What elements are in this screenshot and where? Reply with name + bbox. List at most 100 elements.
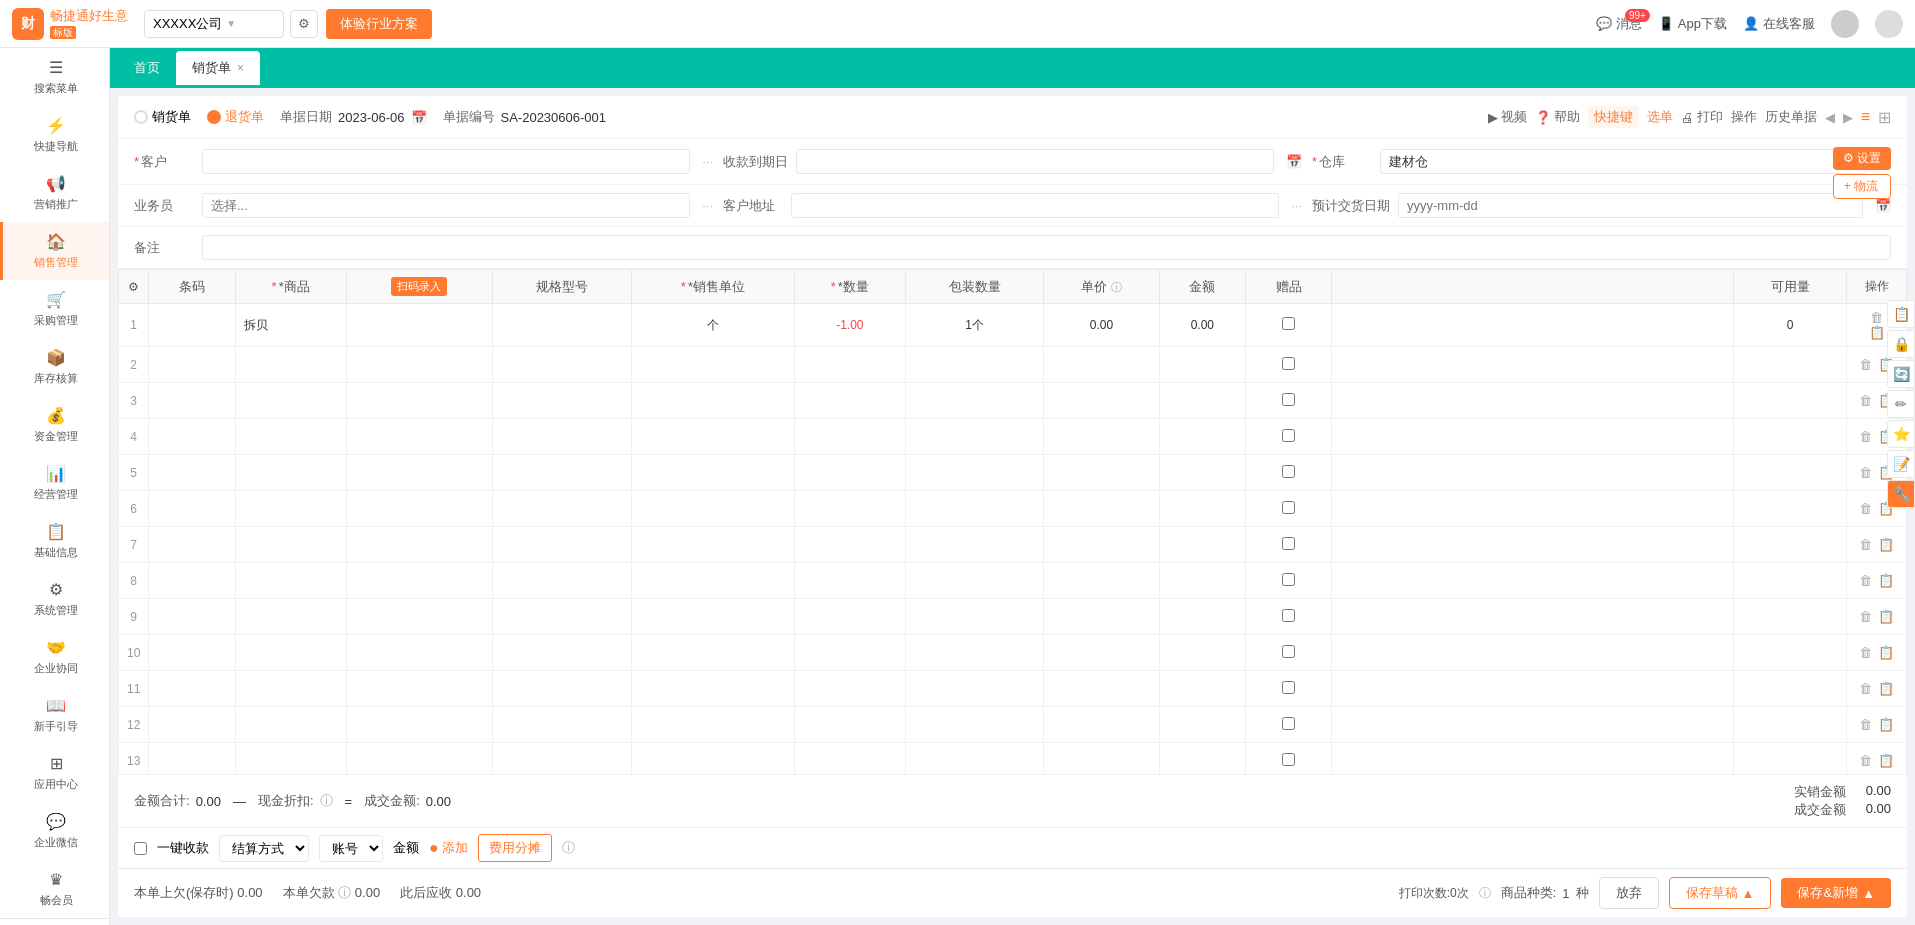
delete-icon[interactable]: 🗑 xyxy=(1870,310,1883,325)
calendar-icon[interactable]: 📅 xyxy=(411,110,427,125)
operate-link[interactable]: 操作 xyxy=(1731,108,1757,126)
tab-sales-order[interactable]: 销货单 × xyxy=(176,51,260,85)
sidebar-settings-btn[interactable]: ⚙ xyxy=(0,919,109,925)
delete-icon[interactable]: 🗑 xyxy=(1859,645,1872,660)
nav-prev-icon[interactable]: ◀ xyxy=(1825,110,1835,125)
delete-icon[interactable]: 🗑 xyxy=(1859,393,1872,408)
print-link[interactable]: 🖨 打印 xyxy=(1681,108,1723,126)
abandon-button[interactable]: 放弃 xyxy=(1599,877,1659,909)
copy-icon[interactable]: 📋 xyxy=(1878,609,1894,624)
scan-btn[interactable]: 扫码录入 xyxy=(391,277,447,296)
row-pkg-qty[interactable]: 1个 xyxy=(905,304,1044,347)
copy-icon[interactable]: 📋 xyxy=(1878,717,1894,732)
row-spec[interactable] xyxy=(493,304,632,347)
delete-icon[interactable]: 🗑 xyxy=(1859,753,1872,768)
quick-btn-5[interactable]: ⭐ xyxy=(1887,420,1915,448)
save-draft-button[interactable]: 保存草稿 ▲ xyxy=(1669,877,1772,909)
tab-close-icon[interactable]: × xyxy=(237,61,244,75)
sidebar-item-system[interactable]: ⚙ 系统管理 xyxy=(0,570,109,628)
copy-icon[interactable]: 📋 xyxy=(1878,645,1894,660)
customer-addr-more-icon[interactable]: ··· xyxy=(1291,198,1302,213)
trial-button[interactable]: 体验行业方案 xyxy=(326,9,432,39)
sidebar-item-appstore[interactable]: ⊞ 应用中心 xyxy=(0,744,109,802)
online-service-button[interactable]: 👤 在线客服 xyxy=(1743,15,1815,33)
settings-gear-button[interactable]: ⚙ xyxy=(290,10,318,38)
sidebar-item-base[interactable]: 📋 基础信息 xyxy=(0,512,109,570)
radio-sales-order[interactable]: 销货单 xyxy=(134,108,191,126)
expense-info-icon[interactable]: ⓘ xyxy=(562,839,575,857)
delete-icon[interactable]: 🗑 xyxy=(1859,717,1872,732)
sidebar-item-wechat[interactable]: 💬 企业微信 xyxy=(0,802,109,860)
delete-icon[interactable]: 🗑 xyxy=(1859,609,1872,624)
copy-icon[interactable]: 📋 xyxy=(1878,753,1894,768)
quick-btn-3[interactable]: 🔄 xyxy=(1887,360,1915,388)
payment-date-cal-icon[interactable]: 📅 xyxy=(1286,154,1302,169)
row-product[interactable]: 拆贝 xyxy=(235,304,346,347)
message-button[interactable]: 💬 消息 99+ xyxy=(1596,15,1642,33)
sidebar-item-guide[interactable]: 📖 新手引导 xyxy=(0,686,109,744)
delete-icon[interactable]: 🗑 xyxy=(1859,501,1872,516)
sidebar-item-quick[interactable]: ⚡ 快捷导航 xyxy=(0,106,109,164)
row-amount[interactable]: 0.00 xyxy=(1159,304,1245,347)
row-qty[interactable]: -1.00 xyxy=(794,304,905,347)
product-types-info-icon[interactable]: ⓘ xyxy=(1479,885,1491,902)
company-selector[interactable]: XXXXX公司 ▼ xyxy=(144,10,284,38)
one-click-payment-checkbox[interactable] xyxy=(134,842,147,855)
arrearage-info-icon[interactable]: ⓘ xyxy=(338,885,351,900)
list-view-icon[interactable]: ≡ xyxy=(1861,108,1870,126)
sidebar-item-vip[interactable]: ♛ 畅会员 xyxy=(0,860,109,918)
row-gift[interactable] xyxy=(1246,304,1332,347)
copy-icon[interactable]: 📋 xyxy=(1878,681,1894,696)
expense-split-button[interactable]: 费用分摊 xyxy=(478,834,552,862)
payment-account-select[interactable]: 账号 xyxy=(319,835,383,862)
select-link[interactable]: 选单 xyxy=(1647,108,1673,126)
save-new-button[interactable]: 保存&新增 ▲ xyxy=(1781,878,1891,908)
delete-icon[interactable]: 🗑 xyxy=(1859,429,1872,444)
shortcut-link[interactable]: 快捷键 xyxy=(1588,106,1639,128)
salesperson-more-icon[interactable]: ··· xyxy=(702,198,713,213)
quick-btn-7[interactable]: 🔧 xyxy=(1887,480,1915,508)
payment-method-select[interactable]: 结算方式 xyxy=(219,835,309,862)
expected-delivery-cal-icon[interactable]: 📅 xyxy=(1875,198,1891,213)
sidebar-item-purchase[interactable]: 🛒 采购管理 xyxy=(0,280,109,338)
sidebar-item-collab[interactable]: 🤝 企业协同 xyxy=(0,628,109,686)
delete-icon[interactable]: 🗑 xyxy=(1859,537,1872,552)
customer-more-icon[interactable]: ··· xyxy=(702,154,713,169)
customer-addr-input[interactable] xyxy=(791,193,1279,218)
th-scan[interactable]: 扫码录入 xyxy=(346,270,493,304)
delete-icon[interactable]: 🗑 xyxy=(1859,681,1872,696)
video-link[interactable]: ▶ 视频 xyxy=(1488,108,1527,126)
sidebar-item-inventory[interactable]: 📦 库存核算 xyxy=(0,338,109,396)
history-link[interactable]: 历史单据 xyxy=(1765,108,1817,126)
delete-icon[interactable]: 🗑 xyxy=(1859,357,1872,372)
tab-home[interactable]: 首页 xyxy=(118,51,176,85)
copy-icon[interactable]: 📋 xyxy=(1869,325,1885,340)
copy-icon[interactable]: 📋 xyxy=(1878,537,1894,552)
salesperson-input[interactable] xyxy=(202,193,690,218)
sidebar-item-marketing[interactable]: 📢 营销推广 xyxy=(0,164,109,222)
customer-input[interactable] xyxy=(202,149,690,174)
delete-icon[interactable]: 🗑 xyxy=(1859,573,1872,588)
sidebar-item-operations[interactable]: 📊 经营管理 xyxy=(0,454,109,512)
delete-icon[interactable]: 🗑 xyxy=(1859,465,1872,480)
quick-btn-4[interactable]: ✏ xyxy=(1887,390,1915,418)
row-unit[interactable]: 个 xyxy=(631,304,794,347)
grid-view-icon[interactable]: ⊞ xyxy=(1878,108,1891,127)
quick-btn-6[interactable]: 📝 xyxy=(1887,450,1915,478)
sidebar-item-search[interactable]: ☰ 搜索菜单 xyxy=(0,48,109,106)
warehouse-input[interactable] xyxy=(1380,149,1868,174)
quick-btn-2[interactable]: 🔒 xyxy=(1887,330,1915,358)
quick-btn-1[interactable]: 📋 xyxy=(1887,300,1915,328)
th-gear[interactable]: ⚙ xyxy=(119,270,149,304)
remarks-input[interactable] xyxy=(202,235,1891,260)
help-link[interactable]: ❓ 帮助 xyxy=(1535,108,1580,126)
add-payment-button[interactable]: ● 添加 xyxy=(429,839,468,857)
sidebar-item-finance[interactable]: 💰 资金管理 xyxy=(0,396,109,454)
row-price[interactable]: 0.00 xyxy=(1044,304,1159,347)
discount-info-icon[interactable]: ⓘ xyxy=(320,792,333,810)
expected-delivery-input[interactable] xyxy=(1398,193,1863,218)
settings-button[interactable]: ⚙ ⚙ 设置设置 xyxy=(1833,147,1891,170)
avatar[interactable] xyxy=(1831,10,1859,38)
nav-next-icon[interactable]: ▶ xyxy=(1843,110,1853,125)
radio-return-order[interactable]: 退货单 xyxy=(207,108,264,126)
